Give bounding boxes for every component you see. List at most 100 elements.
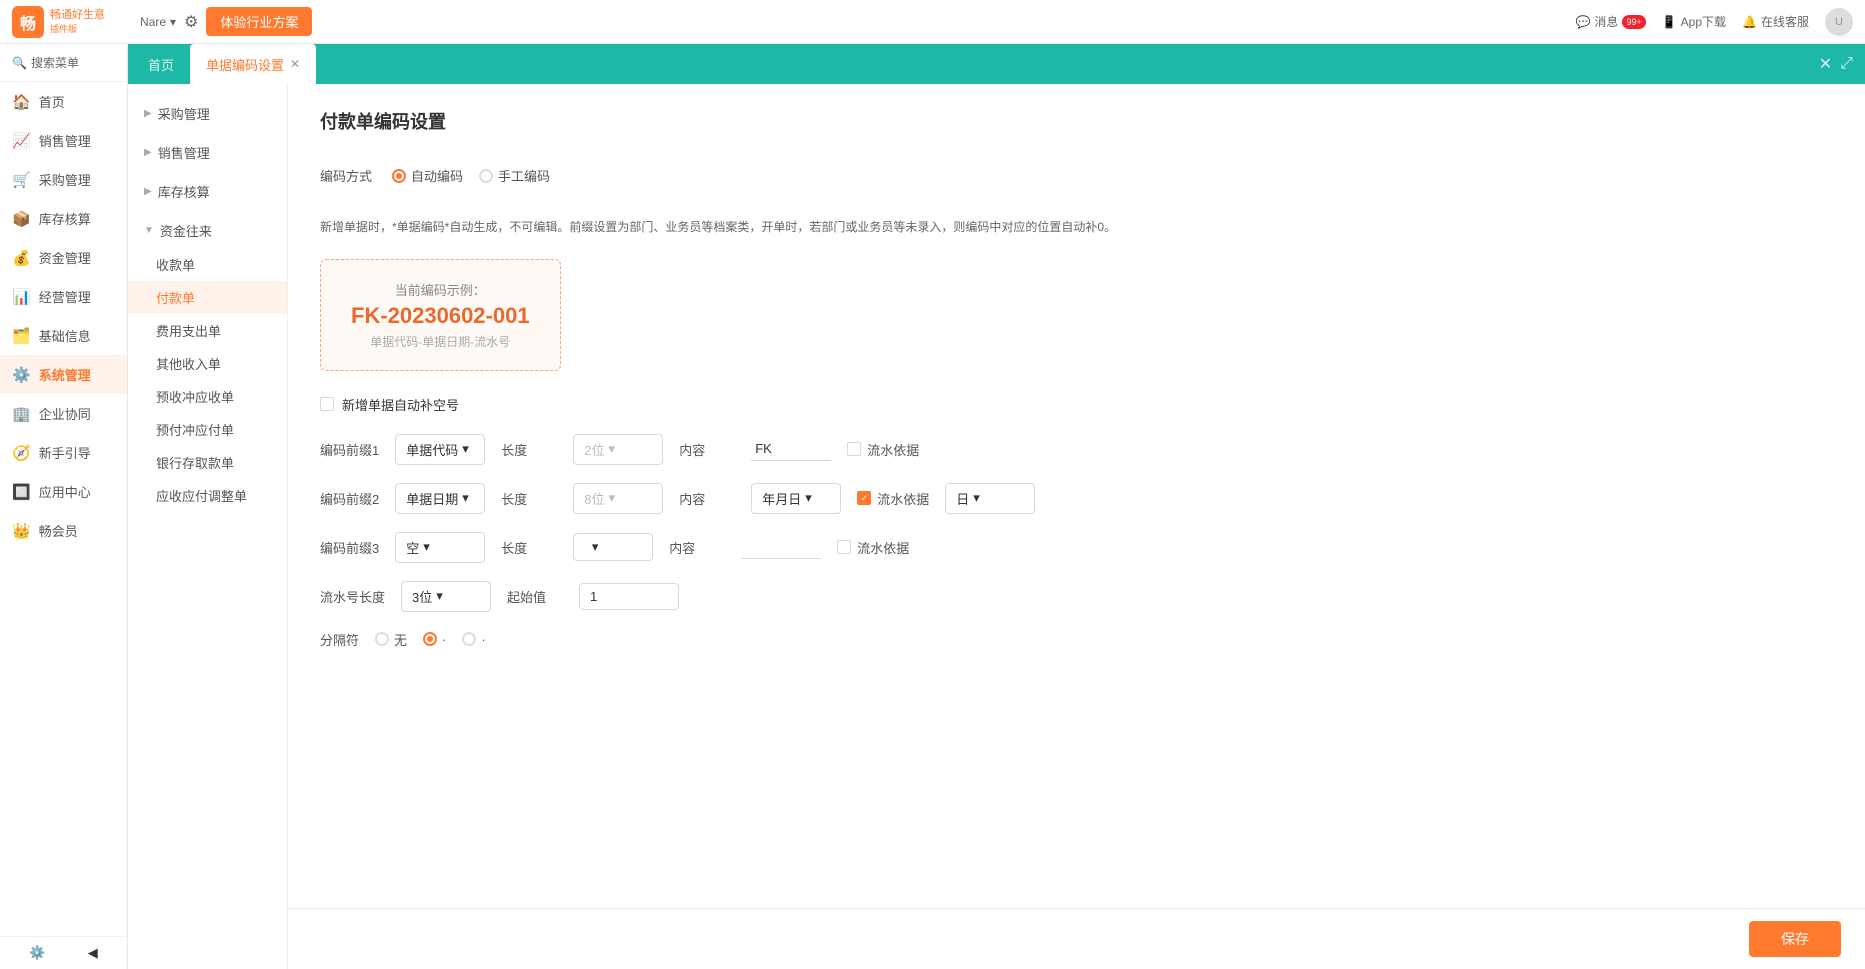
- auto-fill-row: 新增单据自动补空号: [320, 395, 1833, 414]
- form-container: 付款单编码设置 编码方式 自动编码 手工编码: [288, 84, 1865, 969]
- prefix1-content-input[interactable]: [751, 437, 831, 461]
- sub-nav-group-inventory: ▶ 库存核算: [128, 174, 287, 209]
- sub-nav-item-receipt[interactable]: 收款单: [128, 248, 287, 281]
- sidebar-item-app[interactable]: 🔲 应用中心: [0, 472, 127, 511]
- radio-auto[interactable]: 自动编码: [392, 166, 463, 185]
- sub-nav-item-bank[interactable]: 银行存取款单: [128, 446, 287, 479]
- purchase-icon: 🛒: [12, 171, 31, 189]
- sub-nav-item-prepay-payable[interactable]: 预付冲应付单: [128, 413, 287, 446]
- chevron-down-icon-p2: ▾: [462, 490, 469, 506]
- enterprise-icon: 🏢: [12, 405, 31, 423]
- prefix1-length-select[interactable]: 2位 ▾: [573, 434, 663, 465]
- company-select[interactable]: Nare ▾: [140, 15, 176, 29]
- sidebar-item-inventory[interactable]: 📦 库存核算: [0, 199, 127, 238]
- sub-nav: ▶ 采购管理 ▶ 销售管理 ▶ 库存核算: [128, 84, 288, 969]
- sidebar-item-system[interactable]: ⚙️ 系统管理: [0, 355, 127, 394]
- prefix2-length-select[interactable]: 8位 ▾: [573, 483, 663, 514]
- trial-btn[interactable]: 体验行业方案: [206, 7, 312, 36]
- logo-area: 畅 畅通好生意 插件版: [12, 6, 140, 38]
- sub-nav-group-header-inventory[interactable]: ▶ 库存核算: [128, 174, 287, 209]
- sidebar-item-newguide[interactable]: 🧭 新手引导: [0, 433, 127, 472]
- info-tip: 新增单据时，*单据编码*自动生成，不可编辑。前缀设置为部门、业务员等档案类，开单…: [320, 217, 1833, 239]
- sub-nav-item-adjustment[interactable]: 应收应付调整单: [128, 479, 287, 512]
- radio-manual[interactable]: 手工编码: [479, 166, 550, 185]
- sub-nav-item-expense[interactable]: 费用支出单: [128, 314, 287, 347]
- prefix1-stream-check: 流水依据: [847, 440, 919, 459]
- code-preview-value: FK-20230602-001: [351, 303, 530, 329]
- collapse-icon[interactable]: ◀: [88, 945, 98, 961]
- avatar[interactable]: U: [1825, 8, 1853, 36]
- sub-nav-item-payment[interactable]: 付款单: [128, 281, 287, 314]
- save-button[interactable]: 保存: [1749, 921, 1841, 957]
- tab-minimize-icon[interactable]: ✕: [1819, 54, 1832, 74]
- tab-bar-right: ✕ ⤢: [1819, 54, 1861, 74]
- separator-dot2-circle: [462, 632, 476, 646]
- auto-fill-checkbox[interactable]: [320, 397, 334, 411]
- tab-home[interactable]: 首页: [132, 44, 190, 84]
- sidebar-item-finance[interactable]: 💰 资金管理: [0, 238, 127, 277]
- sidebar-bottom: ⚙️ ◀: [0, 936, 127, 969]
- sub-nav-item-prepay-receivable[interactable]: 预收冲应收单: [128, 380, 287, 413]
- inner-layout: ▶ 采购管理 ▶ 销售管理 ▶ 库存核算: [128, 84, 1865, 969]
- separator-dot1[interactable]: ·: [423, 632, 446, 647]
- separator-none[interactable]: 无: [375, 630, 407, 649]
- sidebar-search[interactable]: 🔍 搜索菜单: [0, 44, 127, 82]
- prefix2-stream-check: ✓ 流水依据: [857, 489, 929, 508]
- chevron-right-icon: ▶: [144, 108, 152, 119]
- separator-none-circle: [375, 632, 389, 646]
- sub-nav-group-purchase: ▶ 采购管理: [128, 96, 287, 131]
- logo-badge: 插件版: [50, 22, 105, 35]
- online-service-btn[interactable]: 🔔 在线客服: [1742, 13, 1809, 30]
- prefix2-select[interactable]: 单据日期 ▾: [395, 483, 485, 514]
- prefix2-content-select[interactable]: 年月日 ▾: [751, 483, 841, 514]
- sidebar-item-operation[interactable]: 📊 经营管理: [0, 277, 127, 316]
- sidebar-item-sales[interactable]: 📈 销售管理: [0, 121, 127, 160]
- chevron-right-icon-2: ▶: [144, 147, 152, 158]
- serial-length-select[interactable]: 3位 ▾: [401, 581, 491, 612]
- tab-close-icon[interactable]: ✕: [290, 57, 300, 71]
- sidebar-item-basic[interactable]: 🗂️ 基础信息: [0, 316, 127, 355]
- prefix3-length-select[interactable]: ▾: [573, 533, 653, 561]
- app-download-btn[interactable]: 📱 App下载: [1662, 13, 1726, 30]
- chevron-down-icon-p1: ▾: [462, 441, 469, 457]
- prefix1-stream-checkbox[interactable]: [847, 442, 861, 456]
- logo-icon: 畅: [12, 6, 44, 38]
- app-icon: 🔲: [12, 483, 31, 501]
- page-title: 付款单编码设置: [320, 108, 1833, 134]
- sidebar-item-home[interactable]: 🏠 首页: [0, 82, 127, 121]
- message-btn[interactable]: 💬 消息 99+: [1575, 13, 1645, 30]
- sub-nav-group-header-finance[interactable]: ▼ 资金往来: [128, 213, 287, 248]
- prefix3-content-input[interactable]: [741, 535, 821, 559]
- sub-nav-group-header-sales[interactable]: ▶ 销售管理: [128, 135, 287, 170]
- serial-row: 流水号长度 3位 ▾ 起始值: [320, 581, 1833, 612]
- prefix1-row: 编码前缀1 单据代码 ▾ 长度 2位 ▾ 内容: [320, 434, 1833, 465]
- sidebar-item-member[interactable]: 👑 畅会员: [0, 511, 127, 550]
- sub-nav-item-other-income[interactable]: 其他收入单: [128, 347, 287, 380]
- sidebar-item-purchase[interactable]: 🛒 采购管理: [0, 160, 127, 199]
- prefix3-select[interactable]: 空 ▾: [395, 532, 485, 563]
- member-icon: 👑: [12, 522, 31, 540]
- tab-expand-icon[interactable]: ⤢: [1840, 55, 1853, 73]
- start-value-label: 起始值: [507, 587, 563, 606]
- main-area: 首页 单据编码设置 ✕ ✕ ⤢ ▶ 采购管理: [128, 44, 1865, 969]
- gear-icon[interactable]: ⚙: [184, 12, 198, 32]
- start-value-input[interactable]: [579, 583, 679, 610]
- prefix3-stream-checkbox[interactable]: [837, 540, 851, 554]
- radio-auto-circle: [392, 169, 406, 183]
- chevron-down-icon: ▾: [170, 15, 176, 29]
- auto-fill-label: 新增单据自动补空号: [342, 395, 459, 414]
- radio-group: 自动编码 手工编码: [392, 166, 550, 185]
- prefix2-cycle-select[interactable]: 日 ▾: [945, 483, 1035, 514]
- sub-nav-group-header-purchase[interactable]: ▶ 采购管理: [128, 96, 287, 131]
- separator-label: 分隔符: [320, 630, 359, 649]
- chevron-down-icon-p3: ▾: [423, 539, 430, 555]
- prefix1-select[interactable]: 单据代码 ▾: [395, 434, 485, 465]
- encoding-type-label: 编码方式: [320, 166, 372, 185]
- tab-code-setting[interactable]: 单据编码设置 ✕: [190, 44, 316, 84]
- chevron-down-icon-p2c: ▾: [805, 490, 812, 506]
- sidebar-item-enterprise[interactable]: 🏢 企业协同: [0, 394, 127, 433]
- settings-bottom-icon[interactable]: ⚙️: [29, 945, 45, 961]
- prefix1-length-label: 长度: [501, 440, 557, 459]
- prefix2-stream-checkbox[interactable]: ✓: [857, 491, 871, 505]
- separator-dot2[interactable]: ·: [462, 632, 485, 647]
